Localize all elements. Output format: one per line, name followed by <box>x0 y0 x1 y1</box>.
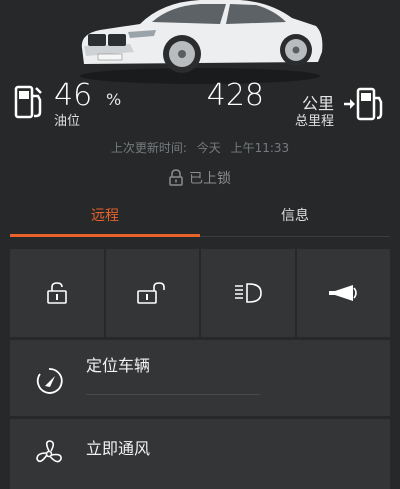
unlock-icon <box>46 282 67 304</box>
fan-icon <box>36 440 62 463</box>
car-image <box>0 0 400 90</box>
mileage-label: 总里程 <box>294 114 334 129</box>
car-illustration <box>80 0 323 84</box>
lock-status: 已上锁 <box>0 168 400 188</box>
lock-button[interactable] <box>105 249 199 337</box>
range-pump-icon <box>344 87 383 121</box>
lock-icon <box>169 169 183 186</box>
tab-info[interactable]: 信息 <box>200 206 390 236</box>
ventilate-now-label: 立即通风 <box>86 439 151 458</box>
ventilate-now-item[interactable]: 立即通风 <box>10 419 390 489</box>
tab-remote[interactable]: 远程 <box>10 206 200 237</box>
locate-vehicle-item[interactable]: 定位车辆 <box>10 340 390 416</box>
last-update-time: 上午11:33 <box>230 141 290 155</box>
fuel-unit: % <box>106 90 122 109</box>
fuel-label: 油位 <box>54 114 81 129</box>
last-update: 上次更新时间: 今天 上午11:33 <box>0 139 400 156</box>
mileage-status: 428 公里 总里程 <box>207 78 386 130</box>
lock-status-text: 已上锁 <box>189 171 231 187</box>
last-update-day: 今天 <box>196 141 221 155</box>
horn-icon <box>329 285 358 301</box>
tab-bar: 远程 信息 <box>10 206 390 237</box>
locate-vehicle-label: 定位车辆 <box>86 356 151 375</box>
headlight-icon <box>234 283 262 303</box>
fuel-value: 46 <box>54 78 93 113</box>
list-divider <box>86 394 260 395</box>
headlight-button[interactable] <box>201 249 295 337</box>
fuel-pump-icon <box>14 85 42 119</box>
lock-icon <box>137 282 166 304</box>
locate-icon <box>36 368 63 394</box>
remote-actions <box>10 249 390 337</box>
horn-button[interactable] <box>296 249 390 337</box>
last-update-label: 上次更新时间: <box>110 141 187 155</box>
unlock-button[interactable] <box>10 249 104 337</box>
